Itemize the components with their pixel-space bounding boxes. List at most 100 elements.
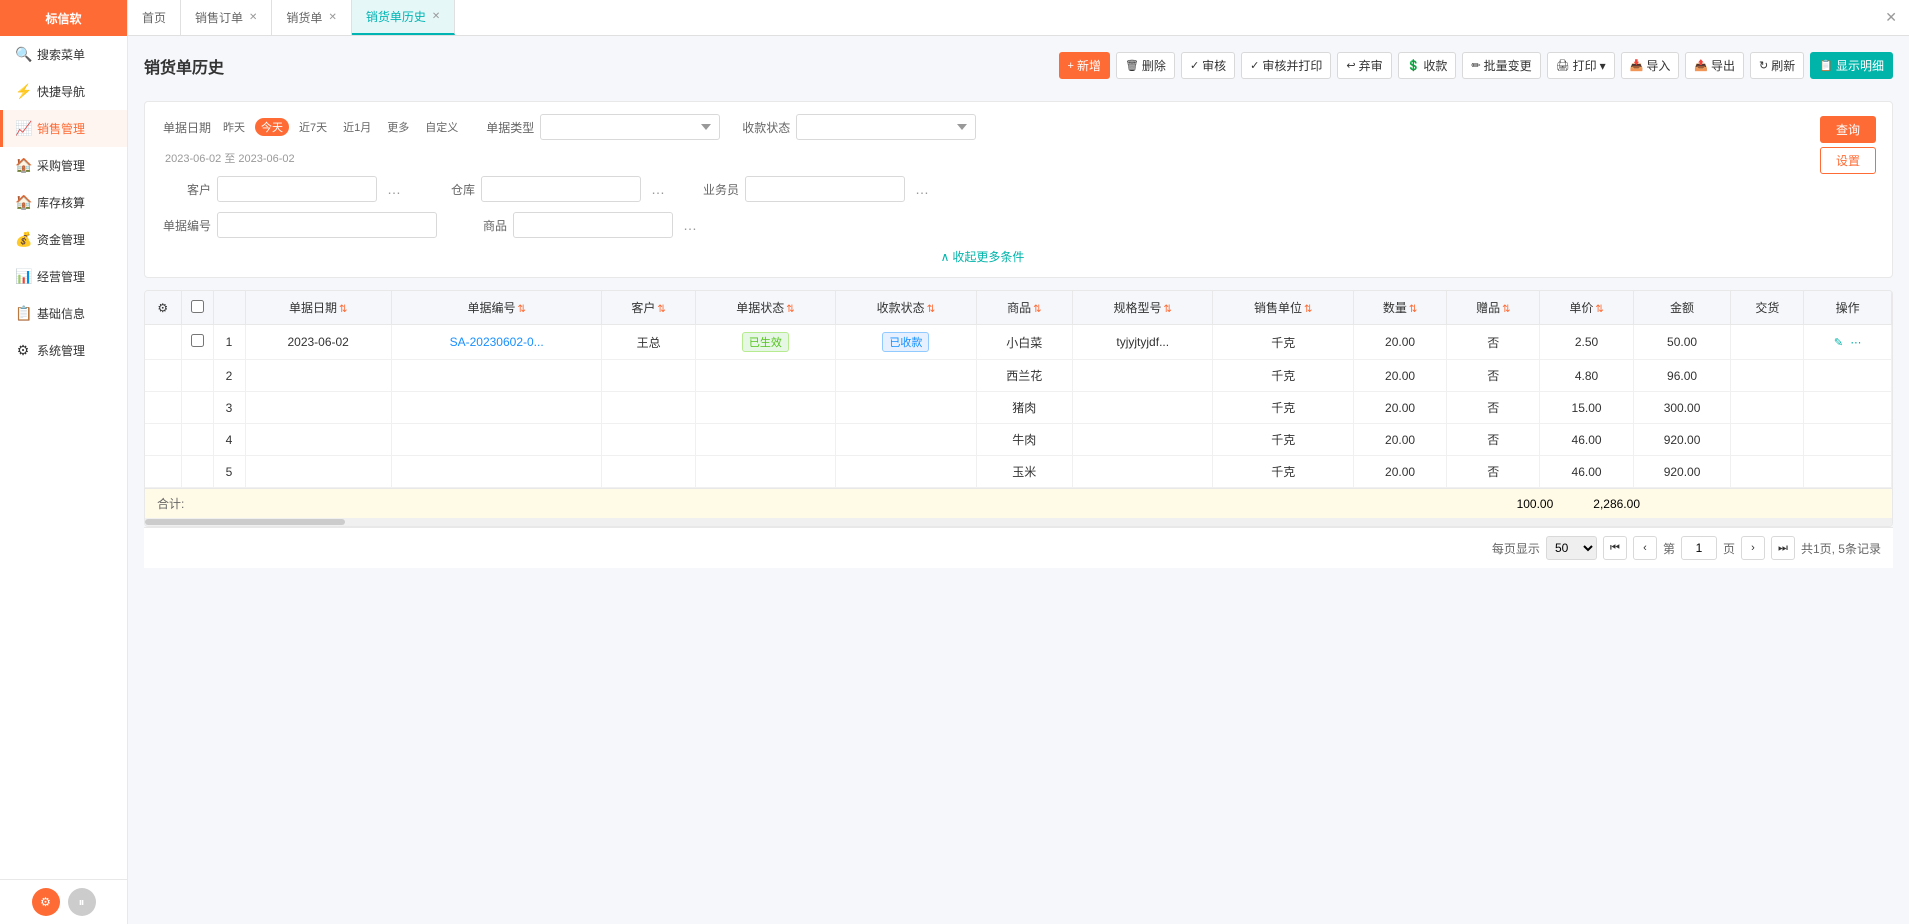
tab-bar: 首页 销售订单 ✕ 销货单 ✕ 销货单历史 ✕ ✕ xyxy=(128,0,1909,36)
td-action: ✎ ⋯ xyxy=(1804,325,1892,360)
warehouse-input[interactable] xyxy=(481,176,641,202)
tab-close-sales-order[interactable]: ✕ xyxy=(249,12,257,23)
th-qty[interactable]: 数量⇅ xyxy=(1353,291,1446,325)
td-doc-status xyxy=(695,392,835,424)
th-product[interactable]: 商品⇅ xyxy=(976,291,1072,325)
sidebar-item-finance[interactable]: 💰 资金管理 xyxy=(0,221,127,258)
sidebar-item-search[interactable]: 🔍 搜索菜单 xyxy=(0,36,127,73)
sidebar-item-label: 库存核算 xyxy=(37,194,85,211)
product-input[interactable] xyxy=(513,212,673,238)
td-price: 46.00 xyxy=(1540,456,1633,488)
collect-status-select[interactable] xyxy=(796,114,976,140)
tab-close-sales-goods[interactable]: ✕ xyxy=(328,12,336,23)
sort-icon-date: ⇅ xyxy=(339,304,347,315)
th-spec[interactable]: 规格型号⇅ xyxy=(1073,291,1213,325)
th-action: 操作 xyxy=(1804,291,1892,325)
product-dots[interactable]: … xyxy=(679,217,701,233)
tab-sales-history[interactable]: 销货单历史 ✕ xyxy=(352,0,455,35)
audit-print-button[interactable]: ✓ 审核并打印 xyxy=(1241,52,1331,79)
filter-settings-button[interactable]: 设置 xyxy=(1820,147,1876,174)
batch-change-button[interactable]: ✏ 批量变更 xyxy=(1462,52,1540,79)
search-icon: 🔍 xyxy=(15,46,31,63)
scrollbar-thumb[interactable] xyxy=(145,519,345,525)
per-page-select[interactable]: 50 100 xyxy=(1546,536,1597,560)
operation-icon: 📊 xyxy=(15,268,31,285)
customer-dots[interactable]: … xyxy=(383,181,405,197)
th-gift[interactable]: 赠品⇅ xyxy=(1447,291,1540,325)
sidebar-item-sales[interactable]: 📈 销售管理 xyxy=(0,110,127,147)
td-amount: 920.00 xyxy=(1633,456,1731,488)
tab-close-all[interactable]: ✕ xyxy=(1873,9,1909,26)
select-all-checkbox[interactable] xyxy=(191,300,204,313)
sort-icon-product: ⇅ xyxy=(1033,304,1041,315)
th-gear[interactable]: ⚙ xyxy=(145,291,181,325)
page-first-btn[interactable]: ⏮ xyxy=(1603,536,1627,560)
refresh-button[interactable]: ↻ 刷新 xyxy=(1750,52,1804,79)
td-unit: 千克 xyxy=(1213,456,1353,488)
td-collect-status xyxy=(836,456,976,488)
sidebar-collapse-btn[interactable]: ⏸ xyxy=(68,888,96,916)
th-unit[interactable]: 销售单位⇅ xyxy=(1213,291,1353,325)
th-date[interactable]: 单据日期⇅ xyxy=(245,291,391,325)
date-btn-today[interactable]: 今天 xyxy=(255,118,289,136)
more-action[interactable]: ⋯ xyxy=(1848,337,1863,349)
sidebar-item-quick[interactable]: ⚡ 快捷导航 xyxy=(0,73,127,110)
warehouse-dots[interactable]: … xyxy=(647,181,669,197)
th-customer[interactable]: 客户⇅ xyxy=(602,291,695,325)
doc-type-select[interactable] xyxy=(540,114,720,140)
export-button[interactable]: 📤 导出 xyxy=(1685,52,1744,79)
edit-action[interactable]: ✎ xyxy=(1832,337,1845,349)
page-prev-btn[interactable]: ‹ xyxy=(1633,536,1657,560)
th-doc-status[interactable]: 单据状态⇅ xyxy=(695,291,835,325)
tab-home[interactable]: 首页 xyxy=(128,0,181,35)
import-button[interactable]: 📥 导入 xyxy=(1621,52,1680,79)
td-gear xyxy=(145,456,181,488)
finance-icon: 💰 xyxy=(15,231,31,248)
query-button[interactable]: 查询 xyxy=(1820,116,1876,143)
horizontal-scrollbar[interactable] xyxy=(145,518,1892,526)
abandon-button[interactable]: ↩ 弃审 xyxy=(1337,52,1391,79)
sidebar-item-purchase[interactable]: 🏠 采购管理 xyxy=(0,147,127,184)
show-detail-button[interactable]: 📋 显示明细 xyxy=(1810,52,1893,79)
row-checkbox[interactable] xyxy=(191,334,204,347)
customer-input[interactable] xyxy=(217,176,377,202)
date-btn-more[interactable]: 更多 xyxy=(381,118,415,136)
sidebar-item-operation[interactable]: 📊 经营管理 xyxy=(0,258,127,295)
page-next-btn[interactable]: › xyxy=(1741,536,1765,560)
tab-close-sales-history[interactable]: ✕ xyxy=(432,11,440,22)
sidebar-item-system[interactable]: ⚙ 系统管理 xyxy=(0,332,127,369)
td-collect-status xyxy=(836,360,976,392)
audit-button[interactable]: ✓ 审核 xyxy=(1181,52,1235,79)
collapse-btn[interactable]: ∧ 收起更多条件 xyxy=(161,248,1804,265)
th-collect-status[interactable]: 收款状态⇅ xyxy=(836,291,976,325)
date-btn-yesterday[interactable]: 昨天 xyxy=(217,118,251,136)
salesperson-input[interactable] xyxy=(745,176,905,202)
tab-sales-goods[interactable]: 销货单 ✕ xyxy=(272,0,351,35)
filter-panel: 单据日期 昨天 今天 近7天 近1月 更多 自定义 单据类型 xyxy=(144,101,1893,278)
collect-button[interactable]: 💲 收款 xyxy=(1398,52,1457,79)
doc-no-input[interactable] xyxy=(217,212,437,238)
date-btn-7days[interactable]: 近7天 xyxy=(293,118,333,136)
th-transaction: 交货 xyxy=(1731,291,1804,325)
page-last-btn[interactable]: ⏭ xyxy=(1771,536,1795,560)
tab-sales-order[interactable]: 销售订单 ✕ xyxy=(181,0,272,35)
sidebar-item-basic[interactable]: 📋 基础信息 xyxy=(0,295,127,332)
td-transaction xyxy=(1731,424,1804,456)
sidebar-settings-btn[interactable]: ⚙ xyxy=(32,888,60,916)
th-docno[interactable]: 单据编号⇅ xyxy=(391,291,602,325)
doc-no-link[interactable]: SA-20230602-0... xyxy=(450,335,544,349)
th-price[interactable]: 单价⇅ xyxy=(1540,291,1633,325)
add-button[interactable]: + 新增 xyxy=(1059,52,1110,79)
td-gift: 否 xyxy=(1447,325,1540,360)
th-unit-label: 销售单位 xyxy=(1254,301,1302,315)
delete-button[interactable]: 🗑 删除 xyxy=(1116,52,1175,79)
salesperson-dots[interactable]: … xyxy=(911,181,933,197)
date-btn-1month[interactable]: 近1月 xyxy=(337,118,377,136)
page-input[interactable] xyxy=(1681,536,1717,560)
show-detail-icon: 📋 xyxy=(1819,59,1833,72)
sidebar-item-inventory[interactable]: 🏠 库存核算 xyxy=(0,184,127,221)
date-btn-custom[interactable]: 自定义 xyxy=(419,118,464,136)
doc-type-label: 单据类型 xyxy=(484,119,534,136)
collect-status-label: 收款状态 xyxy=(740,119,790,136)
print-button[interactable]: 🖨 打印 ▾ xyxy=(1547,52,1615,79)
